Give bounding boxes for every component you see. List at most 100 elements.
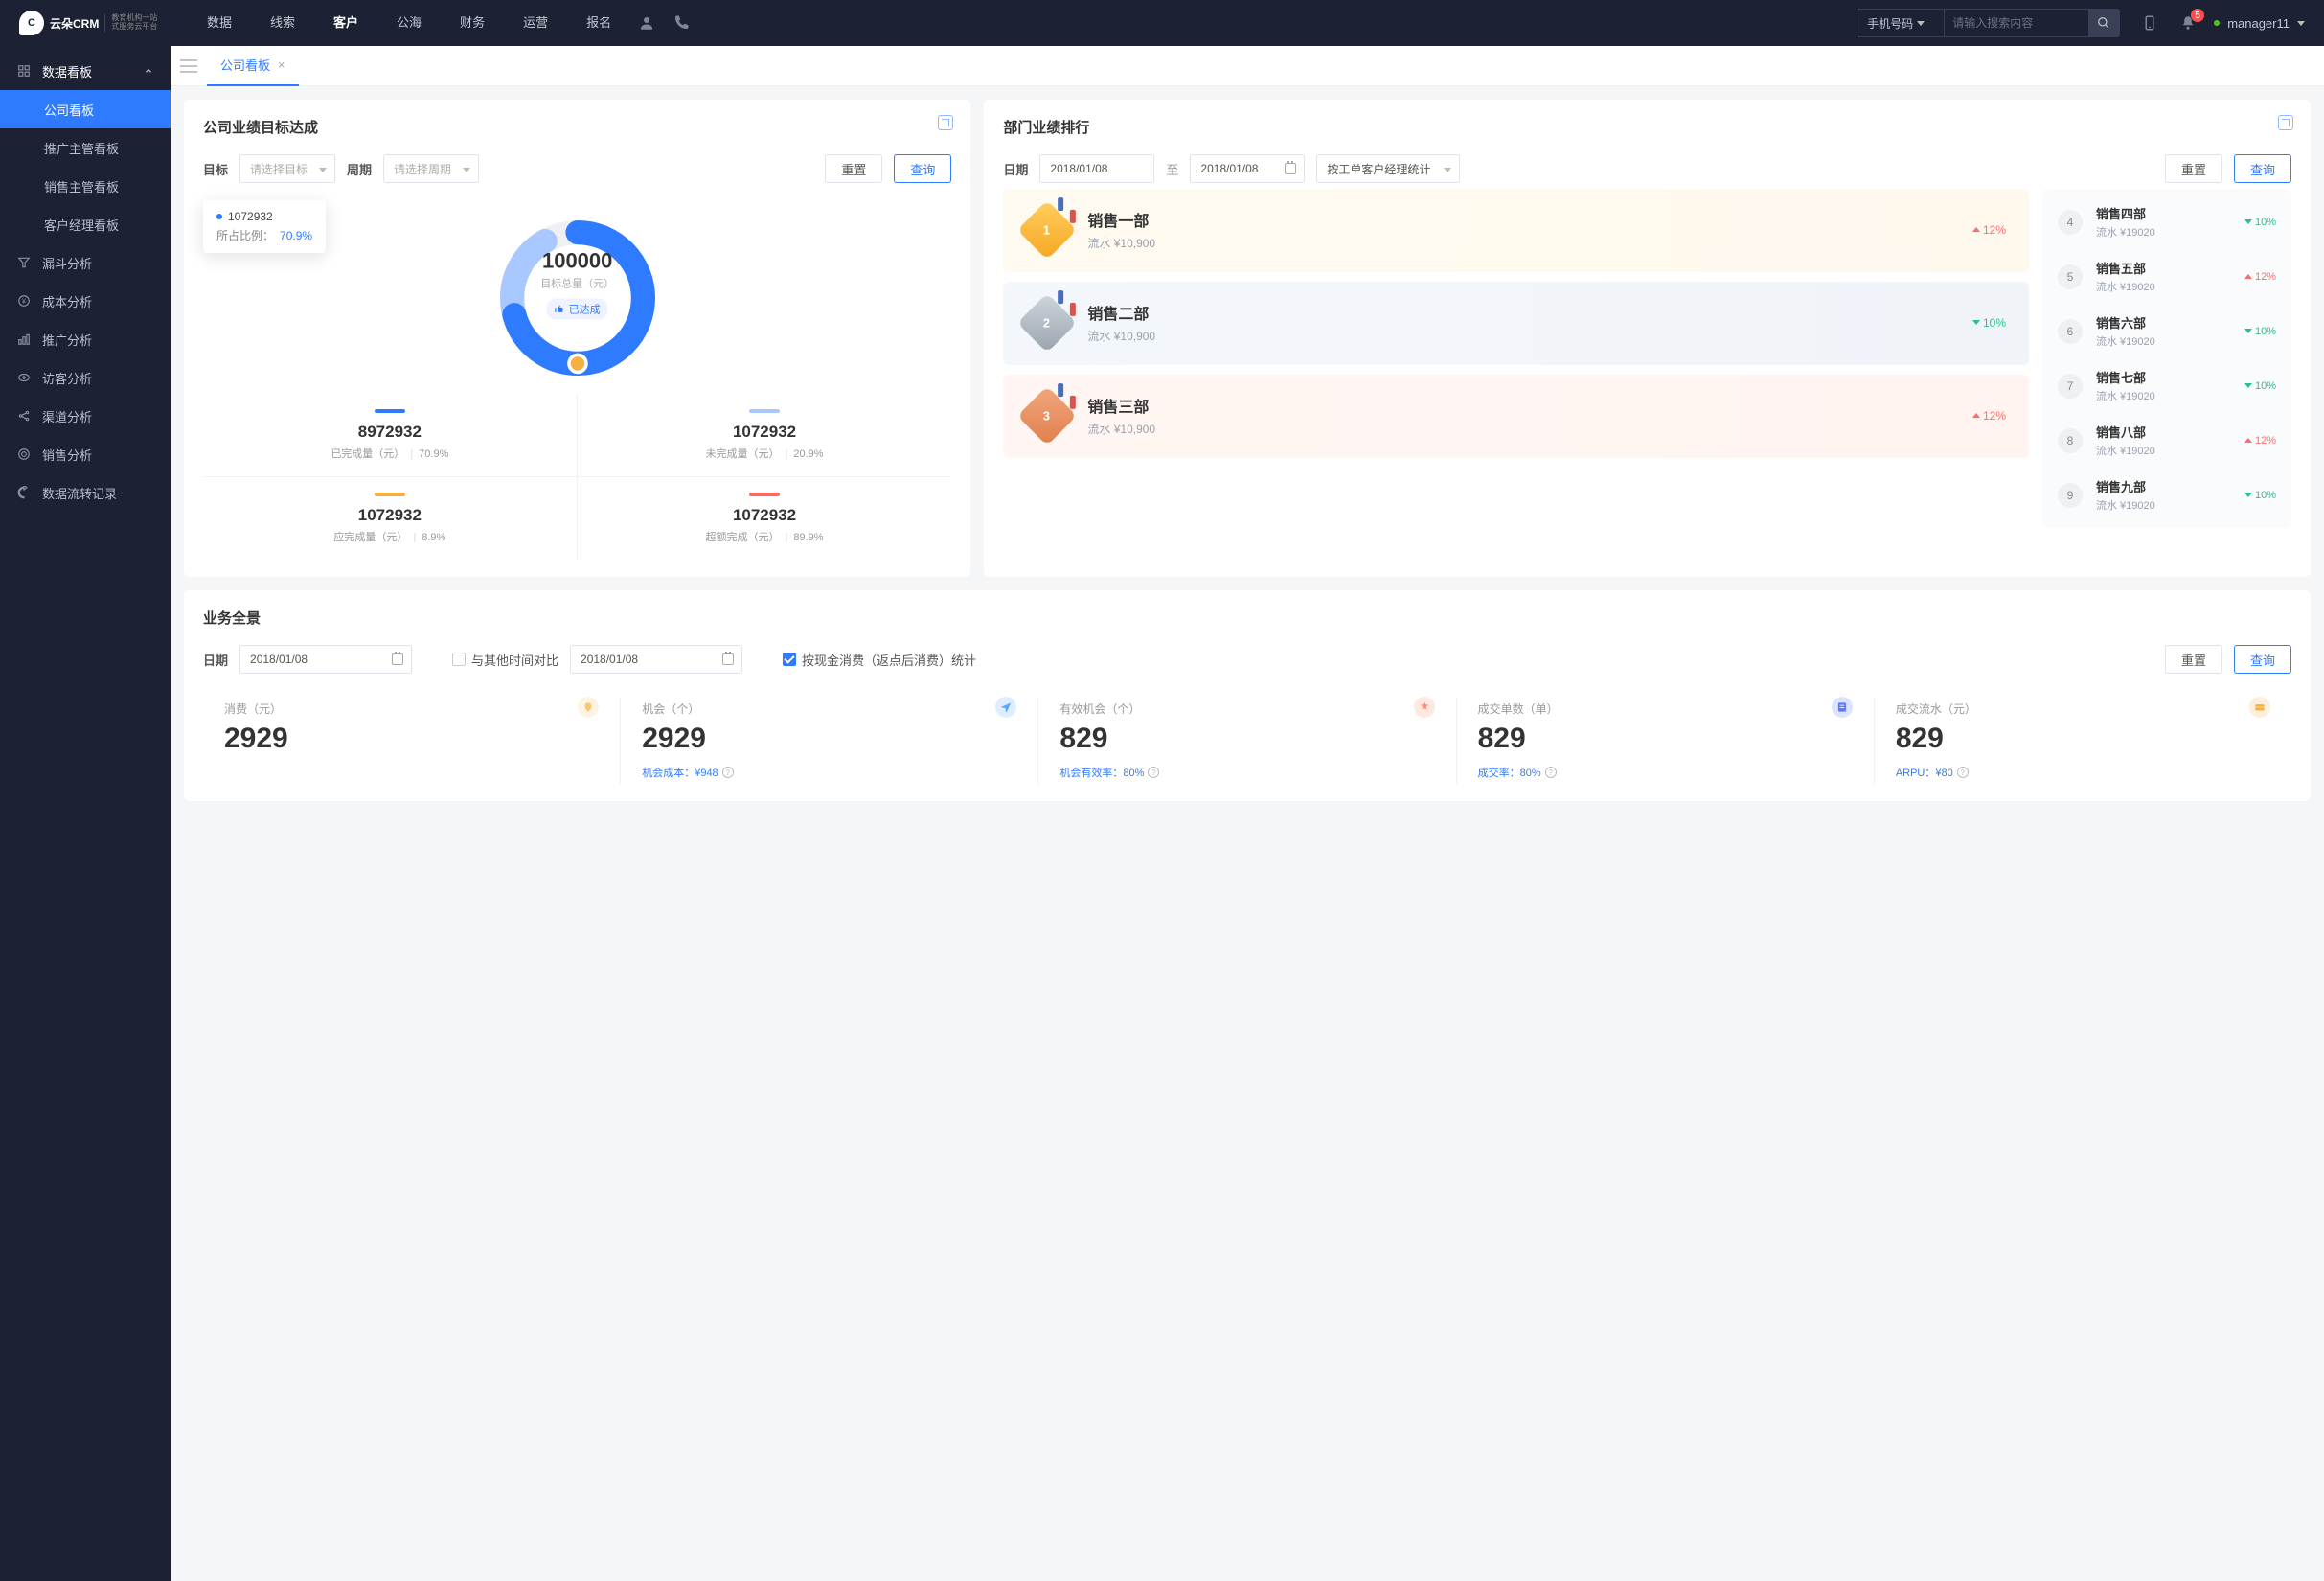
card-title: 公司业绩目标达成 (203, 117, 951, 137)
sidebar-item[interactable]: 数据流转记录 (0, 473, 171, 512)
rank-row: 6销售六部流水 ¥1902010% (2042, 304, 2291, 358)
username: manager11 (2227, 16, 2290, 31)
medal-icon: 1 (1017, 199, 1077, 259)
overview-cell: 成交单数（单）829成交率：80% ? (1457, 697, 1875, 784)
medal-icon: 2 (1017, 292, 1077, 352)
card-overview: 业务全景 日期 2018/01/08 与其他时间对比 2018/01/08 按现… (184, 590, 2311, 801)
help-icon[interactable]: ? (1545, 767, 1557, 778)
nav-item-运营[interactable]: 运营 (506, 0, 565, 46)
expand-button[interactable] (2278, 115, 2293, 130)
period-select[interactable]: 请选择周期 (383, 154, 479, 183)
rank-card: 1销售一部流水 ¥10,90012% (1003, 189, 2029, 272)
reset-button[interactable]: 重置 (825, 154, 882, 183)
search-input[interactable] (1945, 16, 2088, 30)
brand-sub: 教育机构一站式服务云平台 (104, 14, 157, 32)
help-icon[interactable]: ? (1957, 767, 1969, 778)
top-nav: C 云朵CRM 教育机构一站式服务云平台 数据线索客户公海财务运营报名 手机号码 (0, 0, 2324, 46)
calendar-icon (392, 653, 403, 665)
achieved-badge: 已达成 (547, 299, 608, 320)
query-button[interactable]: 查询 (2234, 645, 2291, 674)
rank-row: 9销售九部流水 ¥1902010% (2042, 468, 2291, 522)
nav-item-报名[interactable]: 报名 (569, 0, 628, 46)
date-from-input[interactable]: 2018/01/08 (1039, 154, 1154, 183)
compare-checkbox[interactable]: 与其他时间对比 (452, 651, 558, 669)
search-icon (2097, 16, 2110, 30)
logo-icon: C (19, 11, 44, 35)
calendar-icon (1285, 163, 1296, 174)
rank-row: 8销售八部流水 ¥1902012% (2042, 413, 2291, 468)
date-input-2[interactable]: 2018/01/08 (570, 645, 742, 674)
collapse-sidebar-button[interactable] (180, 59, 197, 73)
stat-by-select[interactable]: 按工单客户经理统计 (1316, 154, 1460, 183)
thumb-up-icon (555, 305, 564, 314)
tab-company-board[interactable]: 公司看板 × (207, 46, 299, 86)
overview-cell: 成交流水（元）829ARPU：¥80 ? (1875, 697, 2291, 784)
sidebar-item[interactable]: 推广分析 (0, 320, 171, 358)
sidebar-sub-item[interactable]: 推广主管看板 (0, 128, 171, 167)
rank-card: 3销售三部流水 ¥10,90012% (1003, 375, 2029, 458)
realgold-checkbox[interactable]: 按现金消费（返点后消费）统计 (783, 651, 976, 669)
sidebar-header[interactable]: 数据看板 (0, 52, 171, 90)
metric-icon (1832, 697, 1853, 718)
logo: C 云朵CRM 教育机构一站式服务云平台 (0, 11, 171, 35)
help-icon[interactable]: ? (722, 767, 734, 778)
date-to-input[interactable]: 2018/01/08 (1190, 154, 1305, 183)
filter-icon (17, 256, 31, 269)
tabs-bar: 公司看板 × (171, 46, 2324, 86)
stat-cell: 1072932应完成量（元）|8.9% (203, 477, 578, 560)
sidebar-sub-item[interactable]: 公司看板 (0, 90, 171, 128)
brand-name: 云朵CRM (50, 15, 99, 32)
eye-icon (17, 371, 31, 384)
metric-icon (2249, 697, 2270, 718)
date-input-1[interactable]: 2018/01/08 (239, 645, 412, 674)
chevron-up-icon (144, 66, 153, 76)
stat-cell: 1072932超额完成（元）|89.9% (578, 477, 952, 560)
nav-item-财务[interactable]: 财务 (443, 0, 502, 46)
donut-chart: 1072932 所占比例：70.9% 100000 (203, 183, 951, 394)
target-icon (17, 447, 31, 461)
card-title: 部门业绩排行 (1003, 117, 2291, 137)
card-target: 公司业绩目标达成 目标 请选择目标 周期 请选择周期 重置 查询 1072932 (184, 100, 970, 577)
nav-item-数据[interactable]: 数据 (190, 0, 249, 46)
rank-row: 4销售四部流水 ¥1902010% (2042, 195, 2291, 249)
help-icon[interactable]: ? (1148, 767, 1159, 778)
sidebar-item[interactable]: 渠道分析 (0, 397, 171, 435)
calendar-icon (722, 653, 734, 665)
rank-row: 5销售五部流水 ¥1902012% (2042, 249, 2291, 304)
notifications-button[interactable]: 5 (2179, 14, 2197, 32)
chart-icon (17, 332, 31, 346)
sidebar-sub-item[interactable]: 销售主管看板 (0, 167, 171, 205)
sidebar-item[interactable]: 访客分析 (0, 358, 171, 397)
share-icon (17, 409, 31, 423)
search-type-select[interactable]: 手机号码 (1857, 10, 1945, 36)
notif-badge: 5 (2191, 9, 2204, 22)
overview-cell: 有效机会（个）829机会有效率：80% ? (1038, 697, 1456, 784)
device-icon[interactable] (2141, 14, 2158, 32)
reset-button[interactable]: 重置 (2165, 154, 2222, 183)
nav-item-公海[interactable]: 公海 (379, 0, 439, 46)
phone-icon[interactable] (672, 14, 690, 32)
metric-icon (1414, 697, 1435, 718)
person-icon[interactable] (638, 14, 655, 32)
content: 公司看板 × 公司业绩目标达成 目标 请选择目标 周期 请选择周期 (171, 46, 2324, 1581)
dashboard-icon (17, 64, 31, 78)
yen-icon: ¥ (17, 294, 31, 308)
query-button[interactable]: 查询 (894, 154, 951, 183)
search-button[interactable] (2088, 10, 2119, 36)
stat-cell: 8972932已完成量（元）|70.9% (203, 394, 578, 477)
close-icon[interactable]: × (278, 57, 285, 72)
expand-button[interactable] (938, 115, 953, 130)
nav-item-客户[interactable]: 客户 (316, 0, 376, 46)
sidebar-sub-item[interactable]: 客户经理看板 (0, 205, 171, 243)
query-button[interactable]: 查询 (2234, 154, 2291, 183)
sidebar: 数据看板 公司看板推广主管看板销售主管看板客户经理看板 漏斗分析¥成本分析推广分… (0, 46, 171, 1581)
sidebar-item[interactable]: 漏斗分析 (0, 243, 171, 282)
target-select[interactable]: 请选择目标 (239, 154, 335, 183)
nav-item-线索[interactable]: 线索 (253, 0, 312, 46)
sidebar-item[interactable]: ¥成本分析 (0, 282, 171, 320)
card-ranking: 部门业绩排行 日期 2018/01/08 至 2018/01/08 按工单客户经… (984, 100, 2311, 577)
sidebar-item[interactable]: 销售分析 (0, 435, 171, 473)
rank-card: 2销售二部流水 ¥10,90010% (1003, 282, 2029, 365)
user-menu[interactable]: manager11 (2214, 16, 2305, 31)
reset-button[interactable]: 重置 (2165, 645, 2222, 674)
